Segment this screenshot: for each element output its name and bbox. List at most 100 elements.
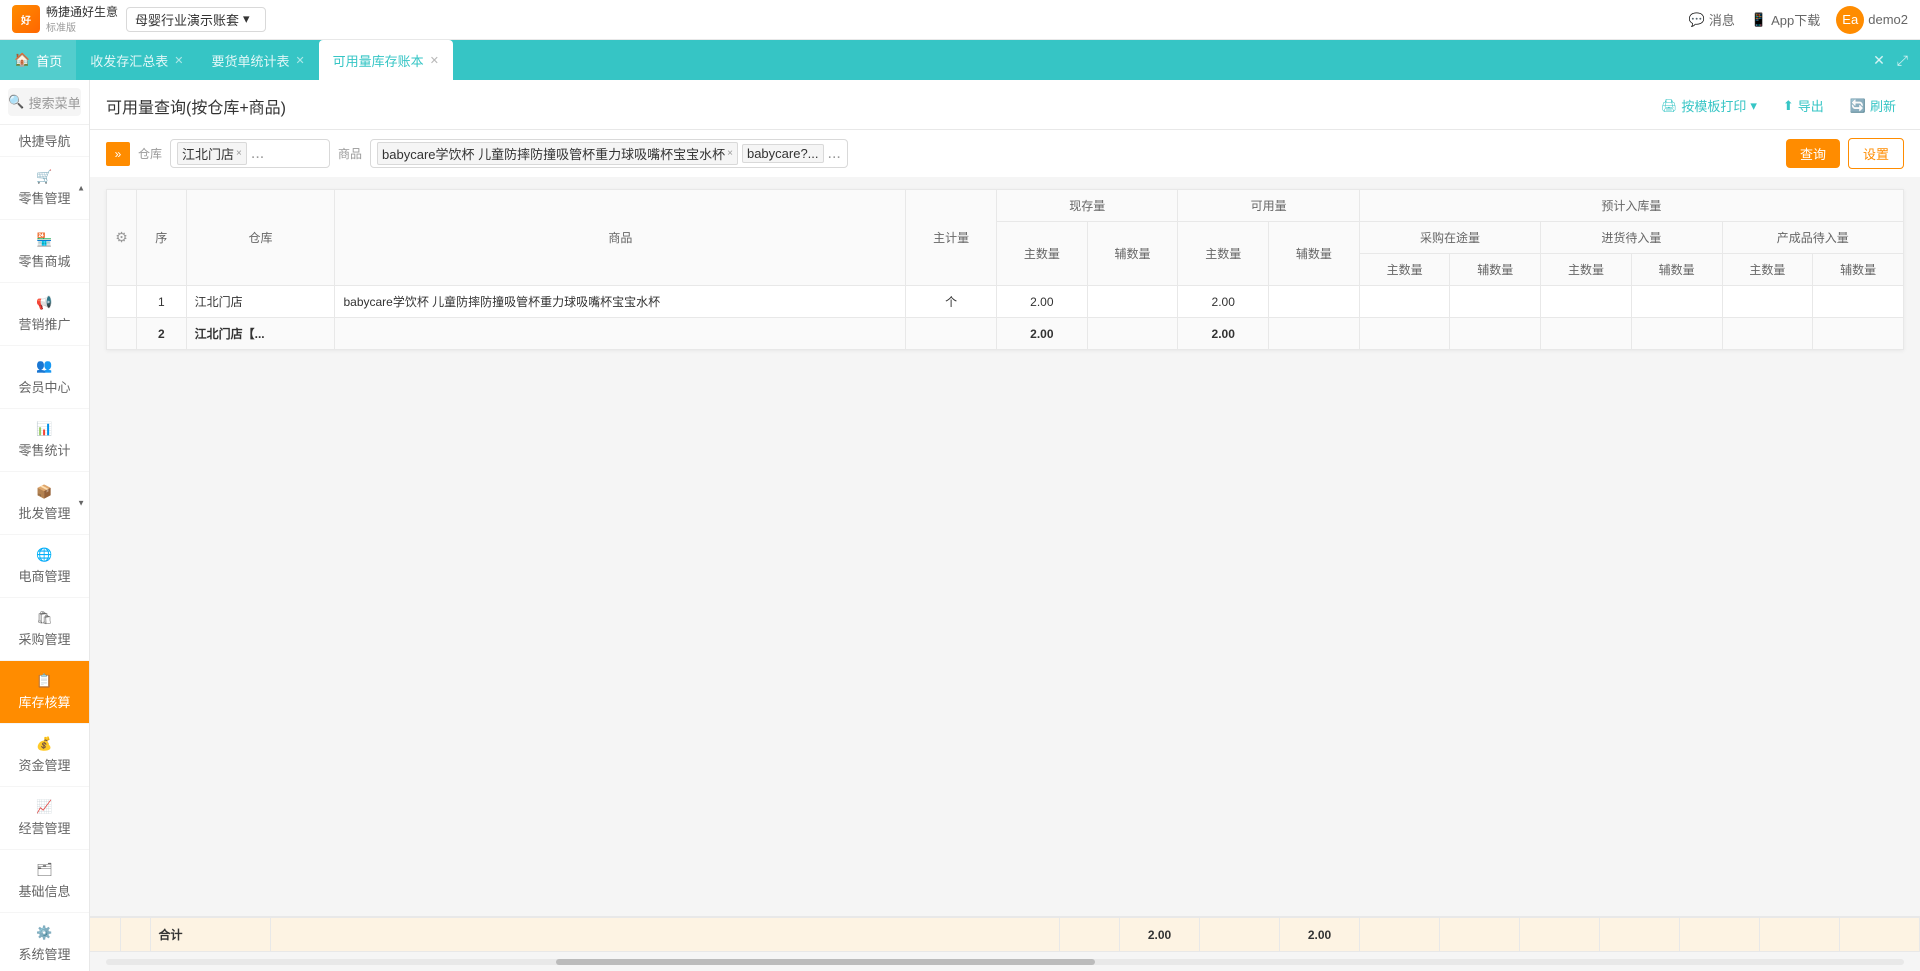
- td-purchase-main: [1359, 286, 1450, 318]
- sidebar-item-basic-info[interactable]: 🗂 基础信息: [0, 850, 89, 913]
- product-tag-1-close[interactable]: ×: [727, 148, 733, 159]
- sidebar-item-finance-mgmt[interactable]: 💰 资金管理: [0, 724, 89, 787]
- th-no: 序: [137, 190, 187, 286]
- warehouse-dots[interactable]: ...: [251, 145, 264, 163]
- sidebar-item-member-center[interactable]: 👥 会员中心: [0, 346, 89, 409]
- sidebar-item-retail-mgmt[interactable]: 🛒 零售管理: [0, 157, 89, 220]
- operations-icon: 📈: [36, 799, 52, 815]
- filter-bar: » 仓库 江北门店 × ... 商品 babycare学饮杯 儿童防摔防撞吸管杯…: [90, 130, 1920, 177]
- window-controls: ✕ ⤢: [1869, 50, 1920, 71]
- expand-btn[interactable]: »: [106, 142, 130, 166]
- td-purchase-main-2: [1359, 318, 1450, 350]
- search-menu-btn[interactable]: 🔍 搜索菜单: [8, 88, 81, 116]
- th-products-aux: 辅数量: [1813, 254, 1904, 286]
- query-btn[interactable]: 查询: [1786, 139, 1840, 168]
- top-bar-left: 好 畅捷通好生意 标准版 母婴行业演示账套 ▾: [12, 5, 266, 34]
- th-available: 可用量: [1178, 190, 1359, 222]
- tab-home[interactable]: 🏠 首页: [0, 40, 76, 80]
- mall-icon: 🏪: [36, 232, 52, 248]
- sidebar-item-purchase-mgmt[interactable]: 🛍 采购管理: [0, 598, 89, 661]
- close-icon[interactable]: ✕: [295, 54, 304, 67]
- close-icon[interactable]: ✕: [174, 54, 183, 67]
- message-btn[interactable]: 💬 消息: [1689, 10, 1735, 29]
- sidebar-item-retail-stats[interactable]: 📊 零售统计: [0, 409, 89, 472]
- td-product: babycare学饮杯 儿童防摔防撞吸管杯重力球吸嘴杯宝宝水杯: [335, 286, 906, 318]
- footer-no-cell: [120, 918, 150, 951]
- product-dots[interactable]: ...: [828, 145, 841, 163]
- td-goods-aux-2: [1631, 318, 1722, 350]
- th-goods-incoming: 进货待入量: [1541, 222, 1722, 254]
- sidebar-item-wholesale-mgmt[interactable]: 📦 批发管理: [0, 472, 89, 535]
- print-btn[interactable]: 🖨 按模板打印 ▾: [1653, 92, 1765, 119]
- industry-select[interactable]: 母婴行业演示账套 ▾: [126, 7, 266, 32]
- footer-purchase-main: [1440, 918, 1520, 951]
- tab-receive-summary[interactable]: 收发存汇总表 ✕: [76, 40, 197, 80]
- footer-settings-cell: [90, 918, 120, 951]
- filter-right: 查询 设置: [1786, 138, 1904, 169]
- sidebar-item-operations-mgmt[interactable]: 📈 经营管理: [0, 787, 89, 850]
- chevron-down-icon: ▾: [243, 11, 250, 27]
- th-products-main: 主数量: [1722, 254, 1813, 286]
- warehouse-filter[interactable]: 江北门店 × ...: [170, 139, 330, 168]
- user-btn[interactable]: Ea demo2: [1836, 6, 1908, 34]
- td-products-main-2: [1722, 318, 1813, 350]
- warehouse-tag-close[interactable]: ×: [236, 148, 242, 159]
- th-current-aux: 辅数量: [1087, 222, 1178, 286]
- sidebar-quick-nav[interactable]: 快捷导航: [0, 125, 89, 157]
- sidebar-item-inventory-check[interactable]: 📋 库存核算: [0, 661, 89, 724]
- footer-table: 合计 2.00 2.00: [90, 918, 1920, 951]
- tab-order-stats[interactable]: 要货单统计表 ✕: [197, 40, 318, 80]
- tab-available-stock[interactable]: 可用量库存账本 ✕: [319, 40, 453, 80]
- refresh-btn[interactable]: 🔄 刷新: [1842, 92, 1904, 119]
- td-goods-aux: [1631, 286, 1722, 318]
- sidebar-item-marketing[interactable]: 📢 营销推广: [0, 283, 89, 346]
- td-purchase-aux: [1450, 286, 1541, 318]
- close-window-btn[interactable]: ✕: [1869, 50, 1889, 71]
- product-label: 商品: [338, 145, 362, 162]
- th-goods-main: 主数量: [1541, 254, 1632, 286]
- scrollbar-thumb[interactable]: [556, 959, 1095, 965]
- th-avail-aux: 辅数量: [1269, 222, 1360, 286]
- settings-btn[interactable]: 设置: [1848, 138, 1904, 169]
- page-title: 可用量查询(按仓库+商品): [106, 94, 286, 118]
- sidebar-item-retail-mall[interactable]: 🏪 零售商城: [0, 220, 89, 283]
- ecommerce-icon: 🌐: [36, 547, 52, 563]
- th-settings: ⚙: [107, 190, 137, 286]
- th-main-unit: 主计量: [906, 190, 997, 286]
- sidebar-item-ecommerce-mgmt[interactable]: 🌐 电商管理: [0, 535, 89, 598]
- page-actions: 🖨 按模板打印 ▾ ⬆ 导出 🔄 刷新: [1653, 92, 1904, 119]
- footer-current-aux: [1200, 918, 1280, 951]
- td-current-aux-2: [1087, 318, 1178, 350]
- footer-product-cell: [270, 918, 1060, 951]
- close-icon[interactable]: ✕: [430, 54, 439, 67]
- th-warehouse: 仓库: [186, 190, 335, 286]
- td-avail-aux: [1269, 286, 1360, 318]
- avatar: Ea: [1836, 6, 1864, 34]
- scrollbar-track: [106, 959, 1904, 965]
- th-current-main: 主数量: [997, 222, 1088, 286]
- stats-icon: 📊: [36, 421, 52, 437]
- product-filter[interactable]: babycare学饮杯 儿童防摔防撞吸管杯重力球吸嘴杯宝宝水杯 × babyca…: [370, 139, 848, 168]
- content-area: 可用量查询(按仓库+商品) 🖨 按模板打印 ▾ ⬆ 导出 🔄 刷新: [90, 80, 1920, 971]
- warehouse-tag: 江北门店 ×: [177, 142, 247, 165]
- gear-icon[interactable]: ⚙: [115, 229, 128, 245]
- footer-avail-main: 2.00: [1280, 918, 1360, 951]
- export-btn[interactable]: ⬆ 导出: [1775, 92, 1832, 119]
- th-current-stock: 现存量: [997, 190, 1178, 222]
- td-settings: [107, 286, 137, 318]
- footer-current-main: 2.00: [1120, 918, 1200, 951]
- refresh-icon: 🔄: [1850, 98, 1866, 114]
- product-tag-1: babycare学饮杯 儿童防摔防撞吸管杯重力球吸嘴杯宝宝水杯 ×: [377, 142, 738, 165]
- th-avail-main: 主数量: [1178, 222, 1269, 286]
- app-download-btn[interactable]: 📱 App下载: [1751, 10, 1820, 29]
- chevron-down-icon: ▾: [1750, 98, 1757, 114]
- td-no: 1: [137, 286, 187, 318]
- maximize-btn[interactable]: ⤢: [1893, 50, 1912, 71]
- home-icon: 🏠: [14, 52, 30, 68]
- td-avail-main: 2.00: [1178, 286, 1269, 318]
- logo-text: 畅捷通好生意 标准版: [46, 5, 118, 34]
- sidebar-item-system-mgmt[interactable]: ⚙️ 系统管理: [0, 913, 89, 971]
- td-current-main-2: 2.00: [997, 318, 1088, 350]
- td-products-aux: [1813, 286, 1904, 318]
- th-product: 商品: [335, 190, 906, 286]
